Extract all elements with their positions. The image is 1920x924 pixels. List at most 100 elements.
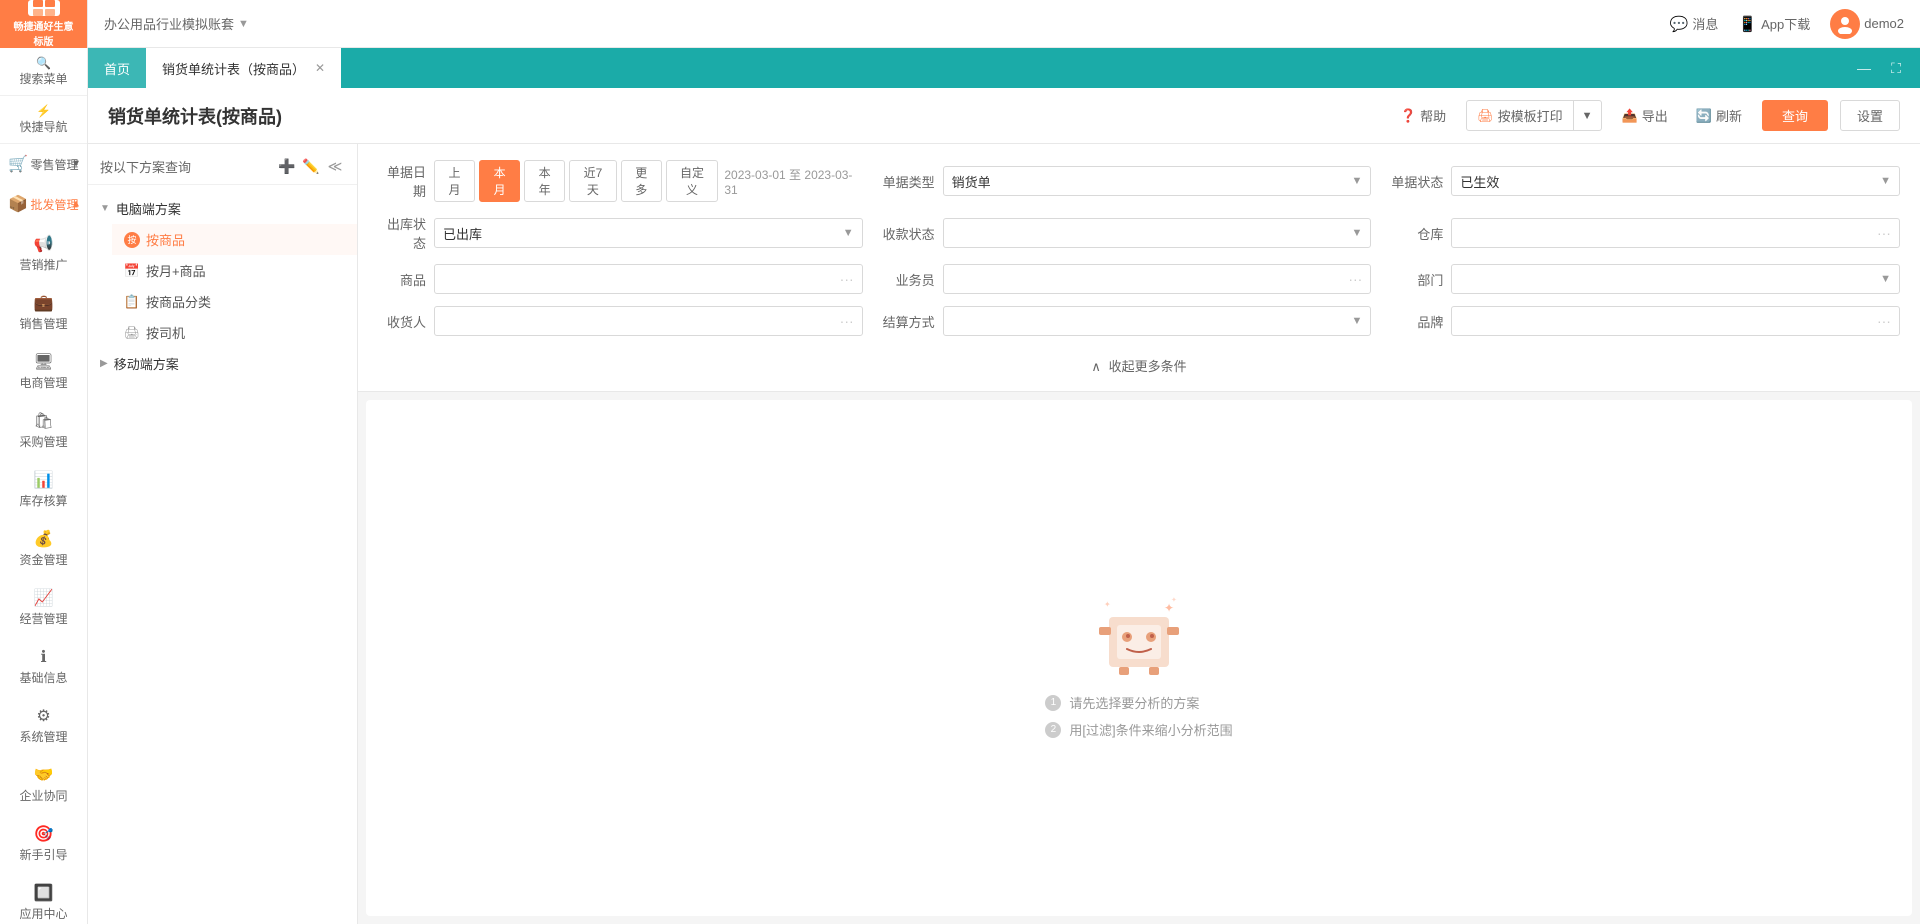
receipt-status-field[interactable]: ▼ xyxy=(943,218,1372,248)
collapse-filters-btn[interactable]: ∧ 收起更多条件 xyxy=(378,348,1900,375)
industry-selector[interactable]: 办公用品行业模拟账套 ▼ xyxy=(104,14,249,33)
tab-bar: 首页 销货单统计表（按商品） ✕ — ⛶ xyxy=(88,48,1920,88)
empty-illustration: ✦ ✦ ✦ xyxy=(1089,577,1189,677)
sidebar-item-search-menu[interactable]: 🔍 搜索菜单 xyxy=(0,48,87,96)
user-profile[interactable]: demo2 xyxy=(1830,9,1904,39)
sidebar-item-operations[interactable]: 📈 经营管理 xyxy=(0,578,87,637)
purchase-icon: 🛍 xyxy=(34,411,54,431)
data-area: ✦ ✦ ✦ 1 请先选择要分析的方案 2 xyxy=(366,400,1912,916)
app-download-btn[interactable]: 📱 App下载 xyxy=(1738,14,1810,33)
left-panel-title: 按以下方案查询 xyxy=(100,157,191,176)
tab-maximize-btn[interactable]: ⛶ xyxy=(1884,56,1908,80)
empty-hint-2: 2 用[过滤]条件来缩小分析范围 xyxy=(1045,720,1232,739)
brand-field[interactable]: ··· xyxy=(1451,306,1900,336)
doc-status-field[interactable]: 已生效 ▼ xyxy=(1451,166,1900,196)
page-header: 销货单统计表(按商品) ❓ 帮助 🖨 按模板打印 ▼ 📤 导出 xyxy=(88,88,1920,144)
page-actions: ❓ 帮助 🖨 按模板打印 ▼ 📤 导出 🔄 刷新 xyxy=(1392,100,1900,131)
collapse-icon: ∧ xyxy=(1091,359,1101,374)
tab-close-btn[interactable]: ✕ xyxy=(315,61,325,75)
query-btn[interactable]: 查询 xyxy=(1762,100,1828,131)
sidebar-item-ecommerce[interactable]: 🖥 电商管理 xyxy=(0,342,87,401)
tree-group-mobile: ▶ 移动端方案 xyxy=(88,348,357,379)
main-area: 办公用品行业模拟账套 ▼ 💬 消息 📱 App下载 demo2 xyxy=(88,0,1920,924)
settlement-field[interactable]: ▼ xyxy=(943,306,1372,336)
sidebar-nav: 🛒 零售管理 ▼ 📦 批发管理 ▲ 📢 营销推广 💼 销售管理 🖥 电商管理 🛍… xyxy=(0,144,87,924)
last-month-btn[interactable]: 上月 xyxy=(434,160,475,202)
department-chevron-icon: ▼ xyxy=(1880,273,1891,285)
filter-area: 单据日期 上月 本月 本年 近7天 更多 自定义 2023-03-01 至 20… xyxy=(358,144,1920,392)
salesperson-field[interactable]: ··· xyxy=(943,264,1372,294)
sidebar-item-retail[interactable]: 🛒 零售管理 ▼ xyxy=(0,144,87,184)
help-btn[interactable]: ❓ 帮助 xyxy=(1392,102,1454,129)
doc-type-label: 单据类型 xyxy=(883,172,943,191)
tree-item-by-printer[interactable]: 🖨 按司机 xyxy=(112,317,357,348)
messages-btn[interactable]: 💬 消息 xyxy=(1670,14,1719,33)
consignee-dots-icon[interactable]: ··· xyxy=(840,313,854,329)
sidebar-item-basic[interactable]: ℹ 基础信息 xyxy=(0,637,87,696)
department-field[interactable]: ▼ xyxy=(1451,264,1900,294)
tab-sales-stats[interactable]: 销货单统计表（按商品） ✕ xyxy=(146,48,341,88)
product-field[interactable]: ··· xyxy=(434,264,863,294)
wholesale-icon: 📦 xyxy=(8,194,28,214)
print-dropdown-btn[interactable]: ▼ xyxy=(1574,105,1601,127)
doc-type-chevron-icon: ▼ xyxy=(1351,175,1362,187)
salesperson-dots-icon[interactable]: ··· xyxy=(1348,271,1362,287)
sidebar: 畅捷通好生意 标版 🔍 搜索菜单 ⚡ 快捷导航 🛒 零售管理 ▼ 📦 批发管理 … xyxy=(0,0,88,924)
tab-minimize-btn[interactable]: — xyxy=(1852,56,1876,80)
tree-group-pc-header[interactable]: ▼ 电脑端方案 xyxy=(88,193,357,224)
this-year-btn[interactable]: 本年 xyxy=(524,160,565,202)
brand-dots-icon[interactable]: ··· xyxy=(1877,313,1891,329)
more-date-btn[interactable]: 更多 xyxy=(621,160,662,202)
hint-num-2: 2 xyxy=(1045,722,1061,738)
tab-actions: — ⛶ xyxy=(1840,56,1920,80)
product-dots-icon[interactable]: ··· xyxy=(840,271,854,287)
refresh-btn[interactable]: 🔄 刷新 xyxy=(1688,102,1750,129)
chevron-down-icon: ▼ xyxy=(71,159,81,170)
sidebar-item-newbie[interactable]: 🎯 新手引导 xyxy=(0,814,87,873)
basic-icon: ℹ xyxy=(34,647,54,667)
tree-item-by-product[interactable]: 按 按商品 xyxy=(112,224,357,255)
lightning-icon: ⚡ xyxy=(8,104,79,118)
calendar-icon: 📅 xyxy=(124,263,140,279)
category-icon: 📋 xyxy=(124,294,140,310)
settlement-chevron-icon: ▼ xyxy=(1351,315,1362,327)
sidebar-item-marketing[interactable]: 📢 营销推广 xyxy=(0,224,87,283)
sidebar-item-system[interactable]: ⚙ 系统管理 xyxy=(0,696,87,755)
page-title: 销货单统计表(按商品) xyxy=(108,103,282,129)
consignee-field[interactable]: ··· xyxy=(434,306,863,336)
doc-type-value: 销货单 xyxy=(952,172,1352,191)
doc-type-field[interactable]: 销货单 ▼ xyxy=(943,166,1372,196)
inventory-icon: 📊 xyxy=(34,470,54,490)
sidebar-item-enterprise[interactable]: 🤝 企业协同 xyxy=(0,755,87,814)
hint-2-text: 用[过滤]条件来缩小分析范围 xyxy=(1069,720,1232,739)
this-month-btn[interactable]: 本月 xyxy=(479,160,520,202)
sidebar-item-app-center[interactable]: 🔲 应用中心 xyxy=(0,873,87,924)
sidebar-item-sales[interactable]: 💼 销售管理 xyxy=(0,283,87,342)
export-btn[interactable]: 📤 导出 xyxy=(1614,102,1676,129)
print-btn[interactable]: 🖨 按模板打印 xyxy=(1467,101,1574,130)
warehouse-field[interactable]: ··· xyxy=(1451,218,1900,248)
add-scheme-btn[interactable]: ➕ xyxy=(277,156,297,176)
edit-scheme-btn[interactable]: ✏️ xyxy=(301,156,321,176)
sidebar-item-inventory[interactable]: 📊 库存核算 xyxy=(0,460,87,519)
sidebar-item-quick-nav[interactable]: ⚡ 快捷导航 xyxy=(0,96,87,144)
export-icon: 📤 xyxy=(1622,108,1638,124)
tree-item-by-category[interactable]: 📋 按商品分类 xyxy=(112,286,357,317)
receipt-status-label: 收款状态 xyxy=(883,224,943,243)
sidebar-item-finance[interactable]: 💰 资金管理 xyxy=(0,519,87,578)
by-month-product-label: 按月+商品 xyxy=(146,261,206,280)
header-left: 办公用品行业模拟账套 ▼ xyxy=(104,14,249,33)
custom-date-btn[interactable]: 自定义 xyxy=(666,160,719,202)
tree-group-mobile-header[interactable]: ▶ 移动端方案 xyxy=(88,348,357,379)
warehouse-dots-icon[interactable]: ··· xyxy=(1877,225,1891,241)
settings-btn[interactable]: 设置 xyxy=(1840,100,1900,131)
tree-item-by-month-product[interactable]: 📅 按月+商品 xyxy=(112,255,357,286)
out-status-field[interactable]: 已出库 ▼ xyxy=(434,218,863,248)
warehouse-label: 仓库 xyxy=(1391,224,1451,243)
tab-home[interactable]: 首页 xyxy=(88,48,146,88)
sidebar-item-wholesale[interactable]: 📦 批发管理 ▲ xyxy=(0,184,87,224)
last-7days-btn[interactable]: 近7天 xyxy=(569,160,616,202)
tree-section: ▼ 电脑端方案 按 按商品 📅 按月+商品 xyxy=(88,185,357,387)
collapse-panel-btn[interactable]: ≪ xyxy=(325,156,345,176)
sidebar-item-purchase[interactable]: 🛍 采购管理 xyxy=(0,401,87,460)
